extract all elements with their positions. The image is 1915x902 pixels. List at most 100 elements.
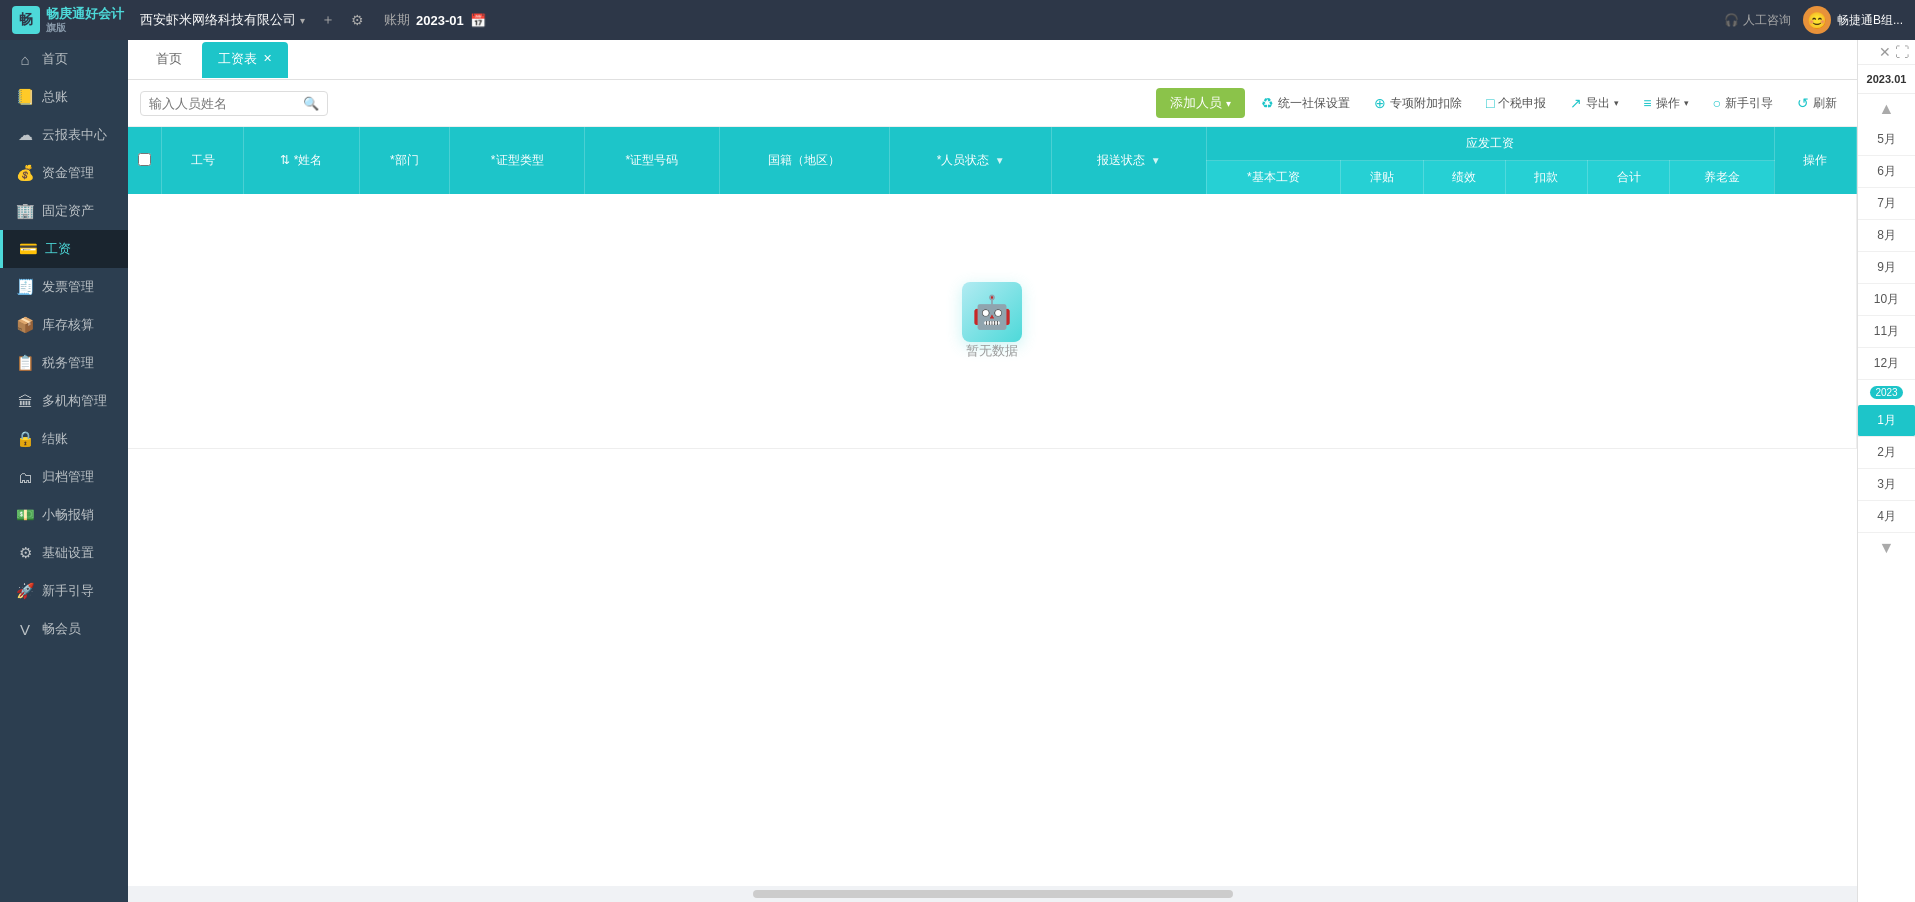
operations-btn[interactable]: ≡ 操作 ▾: [1635, 91, 1696, 116]
sidebar-item-inventory[interactable]: 📦库存核算: [0, 306, 128, 344]
settings-icon[interactable]: ⚙: [347, 8, 368, 32]
month-item-8[interactable]: 8月: [1858, 220, 1915, 252]
header-icons: ＋ ⚙: [317, 7, 368, 33]
sidebar-item-guide[interactable]: 🚀新手引导: [0, 572, 128, 610]
sidebar-item-ledger[interactable]: 📒总账: [0, 78, 128, 116]
social-security-label: 统一社保设置: [1278, 95, 1350, 112]
checkbox-header[interactable]: [128, 127, 162, 194]
logo-icon: 畅: [12, 6, 40, 34]
sort-name-icon[interactable]: ⇅: [280, 153, 290, 167]
export-label: 导出: [1586, 95, 1610, 112]
table-wrap: 工号 ⇅ *姓名 *部门 *证型类型 *证型号码 国籍（地区） *人员状态 ▼ …: [128, 127, 1857, 886]
report-filter-icon[interactable]: ▼: [1151, 155, 1161, 166]
user-name: 畅捷通B组...: [1837, 12, 1903, 29]
service-button[interactable]: 🎧 人工咨询: [1724, 12, 1791, 29]
horizontal-scrollbar[interactable]: [753, 890, 1233, 898]
sidebar-label-guide: 新手引导: [42, 582, 94, 600]
sidebar-icon-assets: 🏢: [16, 202, 34, 220]
sidebar-item-salary[interactable]: 💳工资: [0, 230, 128, 268]
operations-label: 操作: [1656, 95, 1680, 112]
th-cert-type: *证型类型: [450, 127, 585, 194]
add-person-button[interactable]: 添加人员 ▾: [1156, 88, 1245, 118]
sidebar-item-vip[interactable]: V畅会员: [0, 610, 128, 648]
sidebar-item-tax[interactable]: 📋税务管理: [0, 344, 128, 382]
tab-home[interactable]: 首页: [140, 42, 198, 78]
tab-close-icon[interactable]: ✕: [263, 52, 272, 65]
sidebar-item-multi[interactable]: 🏛多机构管理: [0, 382, 128, 420]
month-item-10[interactable]: 10月: [1858, 284, 1915, 316]
tab-bar: 首页 工资表 ✕: [128, 40, 1857, 80]
sidebar-icon-expense: 💵: [16, 506, 34, 524]
sidebar-icon-settings: ⚙: [16, 544, 34, 562]
right-panel: ✕ ⛶ 2023.01 ▲ 5月 6月 7月 8月 9月 10月 11月 12月…: [1857, 40, 1915, 902]
logo-main: 畅庚通好会计: [46, 6, 124, 22]
sidebar-label-archive: 归档管理: [42, 468, 94, 486]
year-badge: 2023: [1870, 386, 1902, 399]
sidebar-icon-archive: 🗂: [16, 469, 34, 486]
month-item-7[interactable]: 7月: [1858, 188, 1915, 220]
company-dropdown-icon[interactable]: ▾: [300, 15, 305, 26]
month-item-11[interactable]: 11月: [1858, 316, 1915, 348]
sidebar-item-settings[interactable]: ⚙基础设置: [0, 534, 128, 572]
tax-declare-icon: □: [1486, 95, 1494, 111]
th-action: 操作: [1774, 127, 1856, 194]
sidebar-icon-ledger: 📒: [16, 88, 34, 106]
sidebar-label-inventory: 库存核算: [42, 316, 94, 334]
th-status: *人员状态 ▼: [889, 127, 1052, 194]
sidebar-icon-invoice: 🧾: [16, 278, 34, 296]
sidebar-item-close[interactable]: 🔒结账: [0, 420, 128, 458]
sidebar-item-funds[interactable]: 💰资金管理: [0, 154, 128, 192]
sidebar-label-home: 首页: [42, 50, 68, 68]
year-badge-area: 2023: [1858, 380, 1915, 405]
calendar-icon[interactable]: 📅: [470, 13, 486, 28]
operations-dropdown-icon: ▾: [1684, 98, 1689, 108]
sidebar-item-invoice[interactable]: 🧾发票管理: [0, 268, 128, 306]
company-selector[interactable]: 西安虾米网络科技有限公司 ▾: [140, 11, 305, 29]
month-item-5[interactable]: 5月: [1858, 124, 1915, 156]
logo-letter: 畅: [19, 11, 33, 29]
search-input[interactable]: [149, 96, 299, 111]
header-right: 🎧 人工咨询 😊 畅捷通B组...: [1724, 6, 1903, 34]
panel-scroll-down[interactable]: ▼: [1858, 533, 1915, 563]
search-icon: 🔍: [303, 96, 319, 111]
sidebar-item-cloud[interactable]: ☁云报表中心: [0, 116, 128, 154]
sidebar-item-expense[interactable]: 💵小畅报销: [0, 496, 128, 534]
tab-salary-table[interactable]: 工资表 ✕: [202, 42, 288, 78]
add-icon[interactable]: ＋: [317, 7, 339, 33]
status-filter-icon[interactable]: ▼: [995, 155, 1005, 166]
sidebar-item-archive[interactable]: 🗂 归档管理: [0, 458, 128, 496]
period-value: 2023-01: [416, 13, 464, 28]
month-item-3[interactable]: 3月: [1858, 469, 1915, 501]
refresh-btn[interactable]: ↺ 刷新: [1789, 91, 1845, 116]
month-item-12[interactable]: 12月: [1858, 348, 1915, 380]
social-security-btn[interactable]: ♻ 统一社保设置: [1253, 91, 1358, 116]
month-item-2[interactable]: 2月: [1858, 437, 1915, 469]
month-item-1[interactable]: 1月: [1858, 405, 1915, 437]
sidebar-item-home[interactable]: ⌂首页: [0, 40, 128, 78]
month-item-4[interactable]: 4月: [1858, 501, 1915, 533]
export-dropdown-icon: ▾: [1614, 98, 1619, 108]
add-person-label: 添加人员: [1170, 94, 1222, 112]
guide-btn[interactable]: ○ 新手引导: [1705, 91, 1781, 116]
refresh-label: 刷新: [1813, 95, 1837, 112]
month-item-6[interactable]: 6月: [1858, 156, 1915, 188]
th-salary-group: 应发工资: [1206, 127, 1774, 161]
th-emp-id: 工号: [162, 127, 244, 194]
select-all-checkbox[interactable]: [138, 153, 151, 166]
panel-header: 2023.01: [1858, 65, 1915, 94]
sidebar-item-assets[interactable]: 🏢固定资产: [0, 192, 128, 230]
panel-expand-button[interactable]: ⛶: [1895, 44, 1909, 60]
panel-scroll-up[interactable]: ▲: [1858, 94, 1915, 124]
company-name: 西安虾米网络科技有限公司: [140, 11, 296, 29]
month-item-9[interactable]: 9月: [1858, 252, 1915, 284]
panel-close-button[interactable]: ✕: [1879, 44, 1891, 60]
guide-label: 新手引导: [1725, 95, 1773, 112]
main-layout: ⌂首页📒总账☁云报表中心💰资金管理🏢固定资产💳工资🧾发票管理📦库存核算📋税务管理…: [0, 40, 1915, 902]
add-person-dropdown-icon: ▾: [1226, 98, 1231, 109]
special-deduct-btn[interactable]: ⊕ 专项附加扣除: [1366, 91, 1470, 116]
sidebar-icon-cloud: ☁: [16, 126, 34, 144]
th-name: ⇅ *姓名: [244, 127, 359, 194]
export-btn[interactable]: ↗ 导出 ▾: [1562, 91, 1627, 116]
tax-declare-btn[interactable]: □ 个税申报: [1478, 91, 1554, 116]
period-area: 账期 2023-01 📅: [384, 11, 486, 29]
